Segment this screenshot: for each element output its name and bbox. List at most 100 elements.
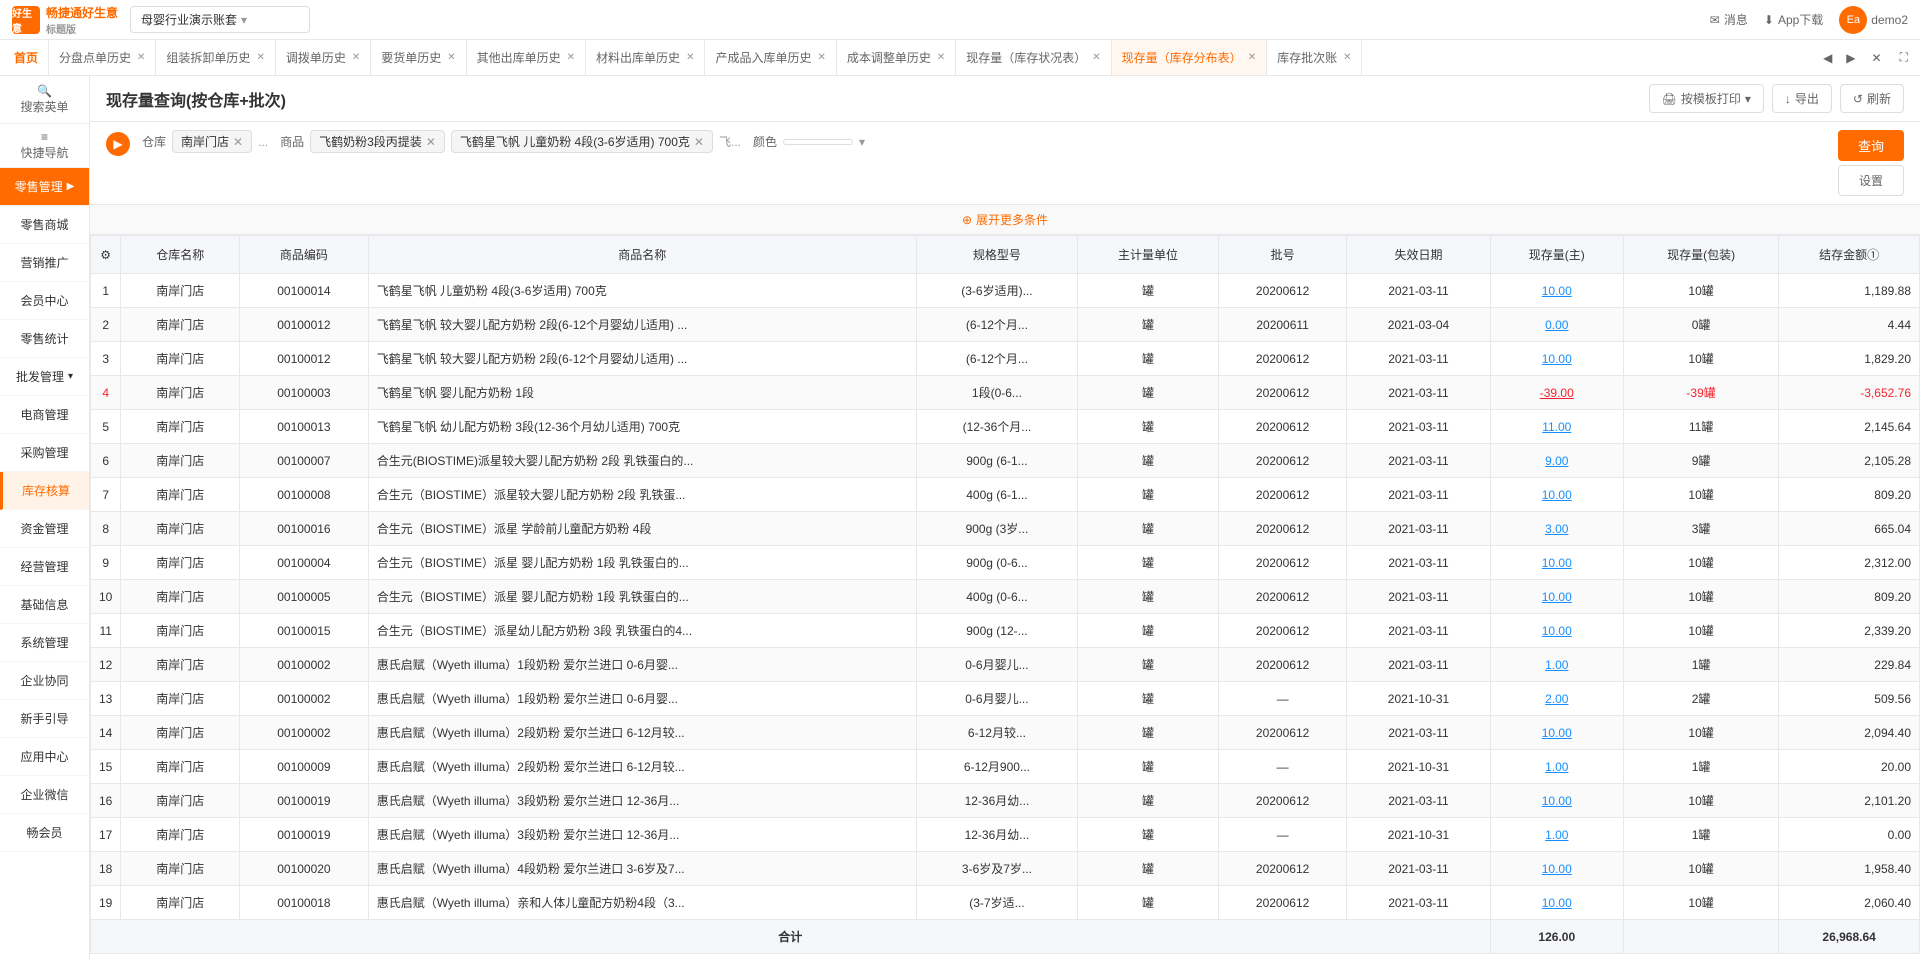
tab-close-icon[interactable]: ✕ <box>1343 52 1351 63</box>
tab-home[interactable]: 首页 <box>4 40 49 76</box>
sidebar-item-system[interactable]: 系统管理 <box>0 624 89 662</box>
tab-close-icon[interactable]: ✕ <box>567 52 575 63</box>
row-qty-main[interactable]: 2.00 <box>1490 682 1623 716</box>
row-qty-main[interactable]: 10.00 <box>1490 614 1623 648</box>
tab-close-icon[interactable]: ✕ <box>352 52 360 63</box>
query-btn[interactable]: 查询 <box>1838 130 1904 161</box>
chevron-down-icon: ▾ <box>68 371 73 382</box>
product-more-icon[interactable]: 飞... <box>719 133 741 150</box>
row-qty-main[interactable]: -39.00 <box>1490 376 1623 410</box>
row-qty-main[interactable]: 1.00 <box>1490 648 1623 682</box>
org-selector[interactable]: 母婴行业演示账套 ▾ <box>130 6 310 33</box>
row-qty-main[interactable]: 10.00 <box>1490 716 1623 750</box>
tab-pici[interactable]: 库存批次账 ✕ <box>1267 40 1362 76</box>
row-expire: 2021-03-11 <box>1347 648 1490 682</box>
sidebar-item-shop[interactable]: 零售商城 <box>0 206 89 244</box>
tab-qitachu[interactable]: 其他出库单历史 ✕ <box>467 40 586 76</box>
tab-chengpinru[interactable]: 产成品入库单历史 ✕ <box>705 40 836 76</box>
tab-yaohuo[interactable]: 要货单历史 ✕ <box>371 40 466 76</box>
tab-prev-btn[interactable]: ◀ <box>1817 51 1838 65</box>
row-name: 惠氏启赋（Wyeth illuma）3段奶粉 爱尔兰进口 12-36月... <box>368 784 916 818</box>
sidebar-item-member[interactable]: 会员中心 <box>0 282 89 320</box>
row-qty-main[interactable]: 10.00 <box>1490 342 1623 376</box>
row-code: 00100008 <box>240 478 369 512</box>
row-qty-main[interactable]: 11.00 <box>1490 410 1623 444</box>
product-close-icon[interactable]: ✕ <box>694 135 704 149</box>
tab-close-icon[interactable]: ✕ <box>447 52 455 63</box>
row-qty-main[interactable]: 9.00 <box>1490 444 1623 478</box>
sidebar-item-wechat[interactable]: 企业微信 <box>0 776 89 814</box>
settings-btn[interactable]: 设置 <box>1838 165 1904 196</box>
row-spec: (12-36个月... <box>916 410 1077 444</box>
product-tag-1[interactable]: 飞鹤奶粉3段丙提装 ✕ <box>310 130 445 153</box>
row-qty-main[interactable]: 3.00 <box>1490 512 1623 546</box>
tab-close-icon[interactable]: ✕ <box>937 52 945 63</box>
tab-close-icon[interactable]: ✕ <box>1092 52 1100 63</box>
sidebar-item-biz[interactable]: 经营管理 <box>0 548 89 586</box>
tab-close-icon[interactable]: ✕ <box>256 52 264 63</box>
tab-close-all-btn[interactable]: ✕ <box>1864 47 1890 69</box>
tab-chengben[interactable]: 成本调整单历史 ✕ <box>837 40 956 76</box>
product-close-icon[interactable]: ✕ <box>426 135 436 149</box>
expand-btn[interactable]: ⊕ 展开更多条件 <box>962 211 1048 228</box>
export-btn[interactable]: ↓ 导出 <box>1772 84 1832 113</box>
row-qty-main[interactable]: 10.00 <box>1490 580 1623 614</box>
sidebar-item-wholesale[interactable]: 批发管理 ▾ <box>0 358 89 396</box>
refresh-btn[interactable]: ↺ 刷新 <box>1840 84 1904 113</box>
tab-zuche[interactable]: 组装拆卸单历史 ✕ <box>156 40 275 76</box>
color-input[interactable] <box>783 139 853 145</box>
tab-close-icon[interactable]: ✕ <box>137 52 145 63</box>
row-qty-main[interactable]: 0.00 <box>1490 308 1623 342</box>
row-qty-main[interactable]: 10.00 <box>1490 852 1623 886</box>
row-qty-main[interactable]: 10.00 <box>1490 886 1623 920</box>
app-download-btn[interactable]: ⬇ App下载 <box>1764 11 1823 28</box>
color-dropdown-icon[interactable]: ▾ <box>859 135 865 149</box>
sidebar-search[interactable]: 🔍 搜索英单 <box>0 76 89 124</box>
row-no: 8 <box>91 512 121 546</box>
row-qty-main[interactable]: 10.00 <box>1490 478 1623 512</box>
message-btn[interactable]: ✉ 消息 <box>1710 11 1748 28</box>
row-batch: 20200612 <box>1218 444 1347 478</box>
sidebar-item-ecom[interactable]: 电商管理 <box>0 396 89 434</box>
tab-next-btn[interactable]: ▶ <box>1840 51 1861 65</box>
sidebar-item-coop[interactable]: 企业协同 <box>0 662 89 700</box>
sidebar-item-purchase[interactable]: 采购管理 <box>0 434 89 472</box>
col-settings[interactable]: ⚙ <box>91 236 121 274</box>
sidebar-item-vip[interactable]: 畅会员 <box>0 814 89 852</box>
tab-xianzailiang2[interactable]: 现存量（库存分布表） ✕ <box>1112 40 1267 76</box>
row-qty-main[interactable]: 10.00 <box>1490 784 1623 818</box>
sidebar-item-stats[interactable]: 零售统计 <box>0 320 89 358</box>
warehouse-tag[interactable]: 南岸门店 ✕ <box>172 130 252 153</box>
sidebar-item-finance[interactable]: 资金管理 <box>0 510 89 548</box>
row-code: 00100018 <box>240 886 369 920</box>
row-qty-main[interactable]: 1.00 <box>1490 750 1623 784</box>
row-warehouse: 南岸门店 <box>121 818 240 852</box>
sidebar-item-basic[interactable]: 基础信息 <box>0 586 89 624</box>
tab-close-icon[interactable]: ✕ <box>686 52 694 63</box>
row-qty-main[interactable]: 1.00 <box>1490 818 1623 852</box>
sidebar-nav[interactable]: ≡ 快捷导航 <box>0 124 89 168</box>
tab-close-icon[interactable]: ✕ <box>817 52 825 63</box>
sidebar-item-marketing[interactable]: 营销推广 <box>0 244 89 282</box>
row-qty-main[interactable]: 10.00 <box>1490 546 1623 580</box>
tab-close-icon[interactable]: ✕ <box>1248 52 1256 63</box>
row-name: 惠氏启赋（Wyeth illuma）2段奶粉 爱尔兰进口 6-12月较... <box>368 750 916 784</box>
user-menu[interactable]: Ea demo2 <box>1839 6 1908 34</box>
tab-xianzailiang1[interactable]: 现存量（库存状况表） ✕ <box>956 40 1111 76</box>
sidebar-item-guide[interactable]: 新手引导 <box>0 700 89 738</box>
warehouse-more-icon[interactable]: ... <box>258 135 268 149</box>
sidebar-item-retail[interactable]: 零售管理 ▶ <box>0 168 89 206</box>
sidebar-item-inventory[interactable]: 库存核算 <box>0 472 89 510</box>
product-tag-2[interactable]: 飞鹤星飞帆 儿童奶粉 4段(3-6岁适用) 700克 ✕ <box>451 130 713 153</box>
sidebar-item-appCenter[interactable]: 应用中心 <box>0 738 89 776</box>
tab-fullscreen-btn[interactable]: ⛶ <box>1892 46 1916 69</box>
filter-toggle-btn[interactable]: ▶ <box>106 132 130 156</box>
print-btn[interactable]: 🖨 按模板打印 ▾ <box>1649 84 1764 113</box>
row-spec: (6-12个月... <box>916 308 1077 342</box>
tab-cailiaochu[interactable]: 材料出库单历史 ✕ <box>586 40 705 76</box>
expand-label: 展开更多条件 <box>976 211 1048 228</box>
tab-tiaopan[interactable]: 调拨单历史 ✕ <box>276 40 371 76</box>
row-qty-main[interactable]: 10.00 <box>1490 274 1623 308</box>
tab-fenban[interactable]: 分盘点单历史 ✕ <box>49 40 156 76</box>
warehouse-close-icon[interactable]: ✕ <box>233 135 243 149</box>
